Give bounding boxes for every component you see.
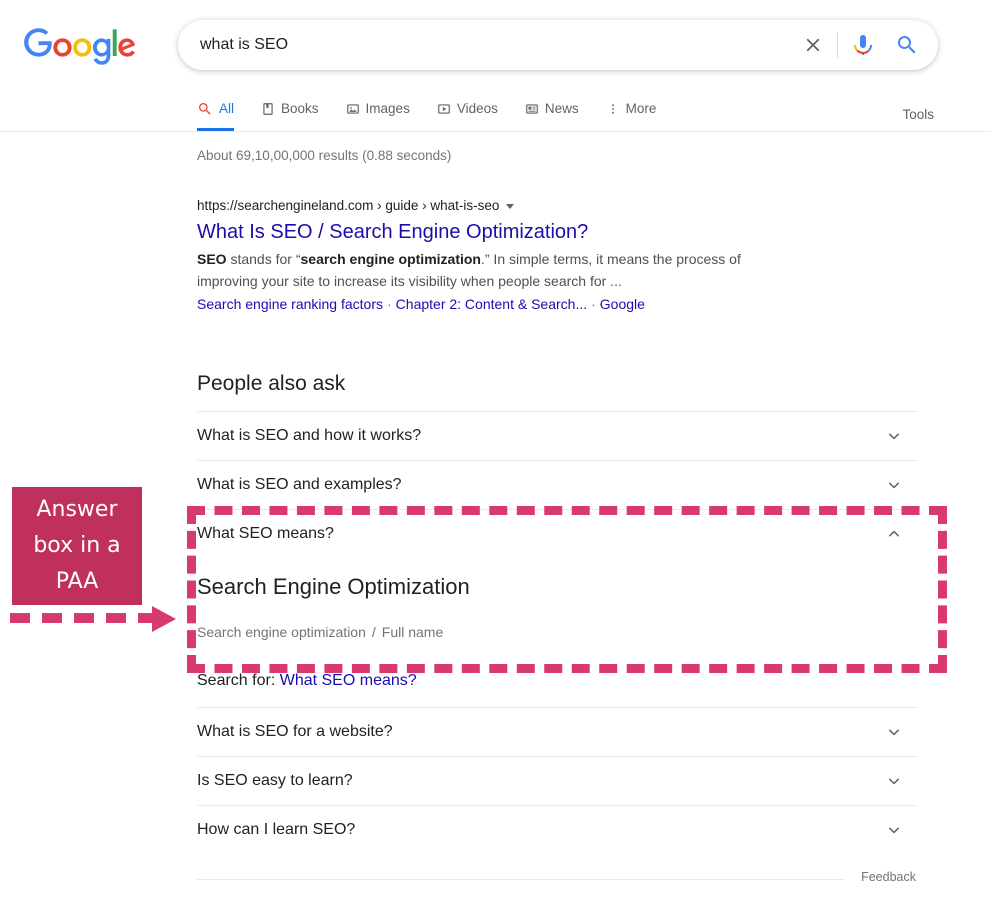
search-for-link[interactable]: What SEO means?	[280, 672, 417, 689]
annotation-line-2: box in a	[33, 533, 121, 558]
snippet-text-1: stands for “	[226, 251, 301, 267]
paa-question-label: What is SEO for a website?	[197, 723, 393, 740]
paa-question-label: What SEO means?	[197, 524, 334, 542]
paa-footer: Feedback	[197, 862, 917, 896]
close-icon[interactable]	[793, 25, 833, 65]
annotation-arrow-line	[10, 613, 158, 623]
result-url-line[interactable]: https://searchengineland.com › guide › w…	[197, 197, 937, 215]
result-stats: About 69,10,00,000 results (0.88 seconds…	[197, 148, 452, 163]
tab-books-label: Books	[281, 101, 319, 116]
tab-images[interactable]: Images	[346, 98, 410, 130]
annotation-line-1: Answer	[36, 497, 118, 522]
answer-title: Search Engine Optimization	[197, 574, 470, 599]
sitelink-separator: ·	[591, 296, 596, 312]
paa-question-row[interactable]: What is SEO and examples?	[197, 460, 917, 509]
search-submit-icon[interactable]	[884, 24, 930, 66]
search-nav-tabs: All Books Images Videos News More Tools	[197, 98, 937, 132]
chevron-down-icon[interactable]	[506, 203, 515, 209]
tab-more-label: More	[625, 101, 657, 116]
chevron-down-icon[interactable]	[884, 771, 904, 791]
search-for-line: Search for: What SEO means?	[197, 664, 917, 707]
answer-slash: /	[371, 624, 376, 640]
paa-question-row[interactable]: How can I learn SEO?	[197, 805, 917, 854]
paa-question-header[interactable]: What SEO means?	[197, 510, 917, 557]
tools-button[interactable]: Tools	[902, 98, 934, 130]
people-also-ask-section: People also ask What is SEO and how it w…	[197, 370, 917, 896]
divider	[197, 879, 845, 880]
sitelink-3[interactable]: Google	[600, 296, 645, 312]
search-results: About 69,10,00,000 results (0.88 seconds…	[197, 148, 937, 315]
chevron-down-icon[interactable]	[884, 426, 904, 446]
answer-label: Full name	[381, 624, 444, 640]
result-sitelinks: Search engine ranking factors · Chapter 2:…	[197, 293, 937, 315]
annotation-arrowhead-icon	[152, 606, 176, 632]
annotation-label-text: Answer box in a PAA	[33, 492, 120, 600]
snippet-bold-seo: SEO	[197, 251, 227, 267]
annotation-line-3: PAA	[55, 569, 99, 594]
answer-box: Search Engine Optimization Search engine…	[197, 557, 917, 664]
tab-news-label: News	[544, 101, 579, 116]
search-bar[interactable]	[178, 20, 938, 70]
tab-books[interactable]: Books	[261, 98, 319, 130]
tab-images-label: Images	[365, 101, 410, 116]
tab-all-label: All	[219, 101, 235, 116]
tab-more[interactable]: More	[606, 98, 657, 130]
chevron-down-icon[interactable]	[884, 722, 904, 742]
paa-question-row[interactable]: What is SEO for a website?	[197, 707, 917, 756]
google-logo[interactable]	[24, 27, 136, 67]
result-title[interactable]: What Is SEO / Search Engine Optimization…	[197, 219, 937, 245]
organic-result: https://searchengineland.com › guide › w…	[197, 197, 937, 315]
paa-question-row-expanded: What SEO means? Search Engine Optimizati…	[197, 509, 917, 707]
microphone-icon[interactable]	[842, 24, 884, 66]
result-url: https://searchengineland.com › guide › w…	[197, 198, 500, 213]
paa-question-row[interactable]: What is SEO and how it works?	[197, 411, 917, 460]
sitelink-2[interactable]: Chapter 2: Content & Search...	[396, 296, 587, 312]
sitelink-separator: ·	[387, 296, 392, 312]
annotation-label-box: Answer box in a PAA	[12, 487, 142, 605]
tools-label: Tools	[902, 106, 934, 122]
tab-news[interactable]: News	[525, 98, 579, 130]
chevron-down-icon[interactable]	[884, 475, 904, 495]
tab-videos[interactable]: Videos	[437, 98, 498, 130]
tab-videos-label: Videos	[456, 101, 498, 116]
paa-question-label: Is SEO easy to learn?	[197, 772, 353, 789]
answer-term: Search engine optimization	[197, 624, 366, 640]
search-input[interactable]	[178, 22, 793, 68]
snippet-bold-phrase: search engine optimization	[300, 251, 481, 267]
paa-heading: People also ask	[197, 372, 346, 395]
paa-question-row[interactable]: Is SEO easy to learn?	[197, 756, 917, 805]
paa-question-label: What is SEO and how it works?	[197, 427, 422, 444]
paa-question-label: How can I learn SEO?	[197, 821, 356, 838]
result-snippet: SEO stands for “search engine optimizati…	[197, 249, 797, 292]
search-divider	[837, 32, 838, 58]
sitelink-1[interactable]: Search engine ranking factors	[197, 296, 383, 312]
feedback-link[interactable]: Feedback	[861, 870, 916, 884]
search-header: All Books Images Videos	[0, 0, 991, 132]
tab-all[interactable]: All	[197, 98, 235, 131]
chevron-down-icon[interactable]	[884, 820, 904, 840]
paa-question-label: What is SEO and examples?	[197, 476, 402, 493]
answer-attribution: Search engine optimization / Full name	[197, 622, 917, 642]
search-for-label: Search for:	[197, 672, 276, 689]
chevron-up-icon[interactable]	[884, 524, 904, 544]
